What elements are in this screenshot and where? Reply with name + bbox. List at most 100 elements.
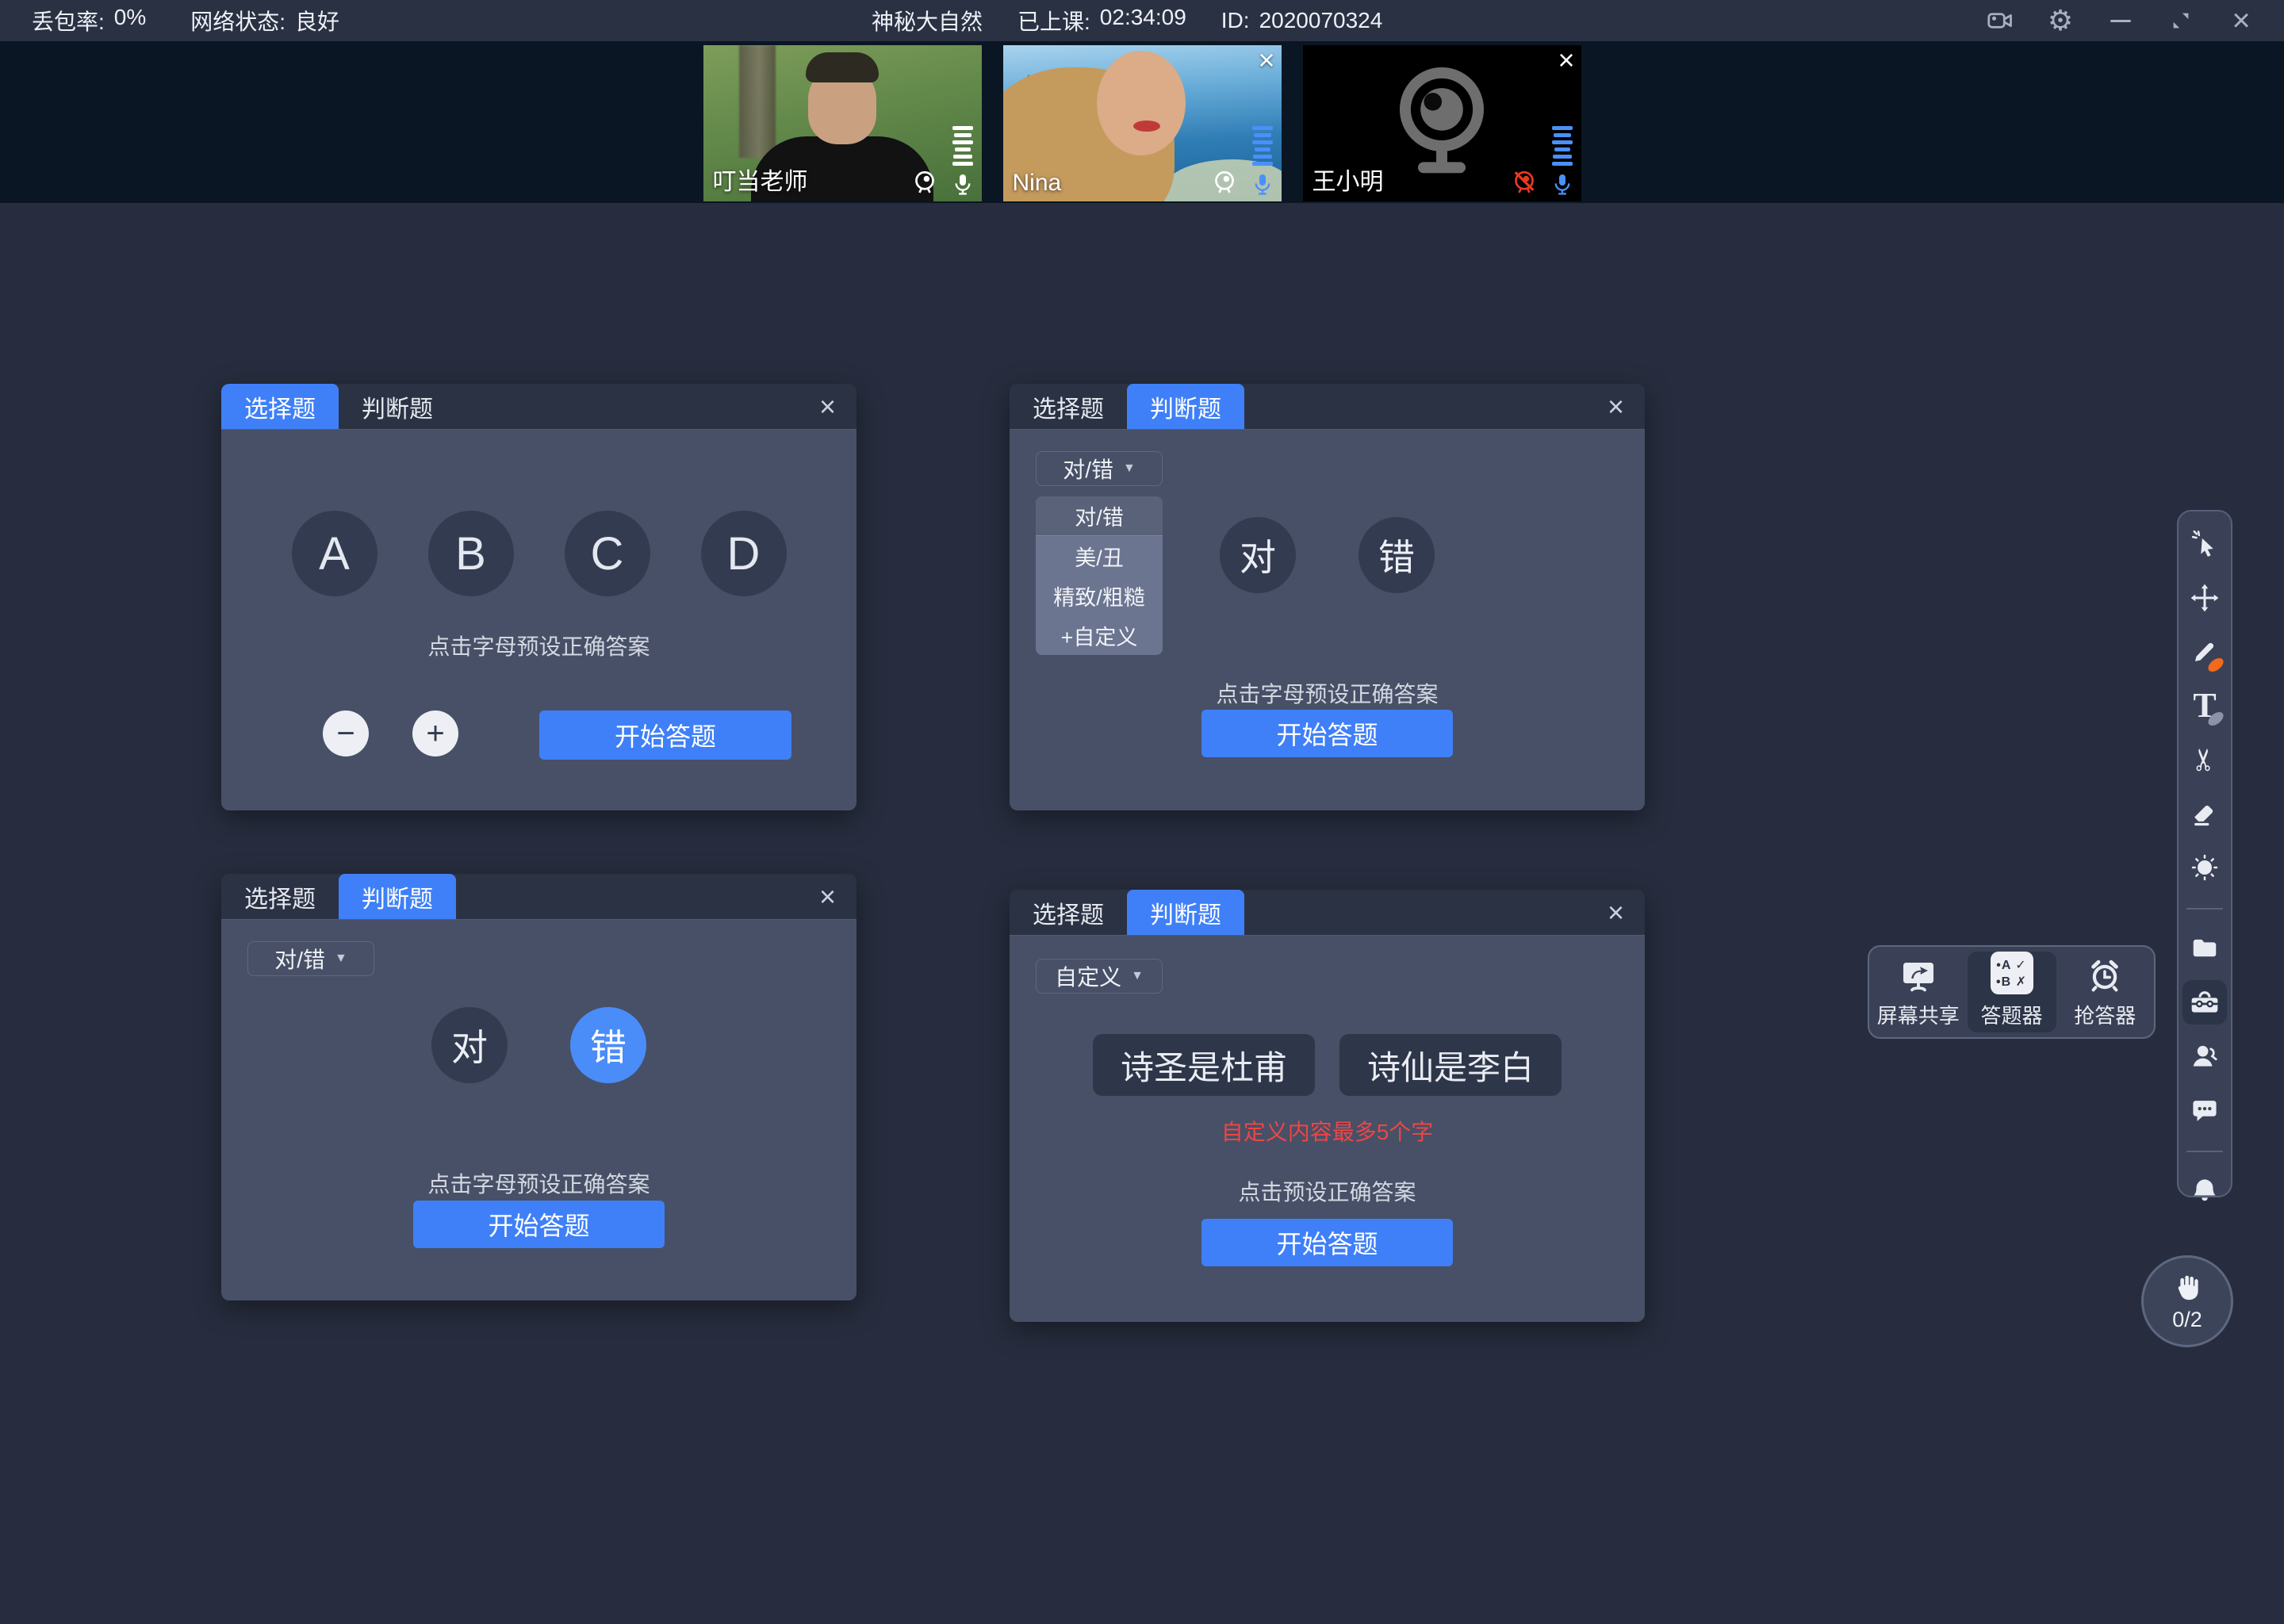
close-video-icon[interactable]: × [1258,45,1274,77]
class-time-label: 已上课: [1017,10,1090,34]
option-true[interactable]: 对 [431,1007,508,1083]
camera-on-icon[interactable] [910,168,939,197]
pencil-tool-icon[interactable] [2188,635,2226,675]
close-window-icon[interactable]: × [2227,5,2255,36]
tab-choice-question[interactable]: 选择题 [1010,890,1127,935]
menu-item-custom[interactable]: +自定义 [1036,615,1163,655]
resize-icon[interactable] [2167,6,2195,35]
bell-icon[interactable] [2188,1174,2221,1208]
dropdown-value: 自定义 [1055,965,1122,990]
text-tool-icon[interactable]: T [2188,688,2226,729]
video-strip: 叮当老师 × Nina × 王小明 [0,41,2284,203]
preset-answer-hint: 点击字母预设正确答案 [1216,682,1439,707]
judge-type-dropdown[interactable]: 对/错 ▼ [247,941,374,976]
buzzer-icon [2086,955,2124,994]
courseware-folder-icon[interactable] [2188,932,2221,965]
tab-choice-question[interactable]: 选择题 [221,384,339,429]
scissors-tool-icon[interactable]: ✂ [2188,743,2221,776]
move-tool-icon[interactable] [2188,581,2221,615]
start-answering-button[interactable]: 开始答题 [1201,710,1453,757]
class-time-value: 02:34:09 [1099,5,1186,29]
screen-share-label: 屏幕共享 [1876,1004,1960,1028]
screen-share-button[interactable]: 屏幕共享 [1874,947,1963,1037]
participant-name: 王小明 [1312,169,1384,195]
video-tile-wang[interactable]: × 王小明 [1302,45,1581,201]
judge-type-dropdown[interactable]: 对/错 ▼ [1036,451,1163,486]
camera-settings-icon[interactable] [1986,6,2014,35]
judge-type-dropdown[interactable]: 自定义 ▼ [1036,959,1163,994]
raise-hand-button[interactable]: 0/2 [2141,1255,2233,1347]
quiz-dialog-judge-selected: 选择题 判断题 × 对/错 ▼ 对 错 点击字母预设正确答案 开始答题 [221,874,856,1300]
answer-clicker-icon: •A ✓ •B ✗ [1990,952,2033,994]
wang-av-status [1510,126,1575,197]
spotlight-tool-icon[interactable] [2188,851,2221,884]
microphone-icon[interactable] [1250,171,1275,197]
menu-item-beauty-ugly[interactable]: 美/丑 [1036,536,1163,576]
quiz-tabbar: 选择题 判断题 × [221,384,856,430]
mic-volume-bars [1251,126,1273,166]
close-dialog-icon[interactable]: × [819,882,836,911]
option-false-selected[interactable]: 错 [570,1007,646,1083]
judge-options: 对 错 [221,1007,856,1083]
close-video-icon[interactable]: × [1558,45,1574,77]
increase-options-button[interactable]: + [412,710,458,756]
tab-judge-question[interactable]: 判断题 [1127,890,1244,935]
start-answering-button[interactable]: 开始答题 [1201,1219,1453,1266]
video-tile-nina[interactable]: × Nina [1002,45,1282,201]
toolbar-divider [2186,1151,2223,1152]
menu-item-fine-rough[interactable]: 精致/粗糙 [1036,576,1163,615]
quiz-dialog-choice: 选择题 判断题 × A B C D 点击字母预设正确答案 − + 开始答题 [221,384,856,810]
close-dialog-icon[interactable]: × [1608,392,1624,421]
teacher-av-status [910,126,975,197]
answer-options: A B C D [221,511,856,596]
menu-item-true-false[interactable]: 对/错 [1036,496,1163,536]
tab-judge-question[interactable]: 判断题 [339,384,456,429]
session-id-value: 2020070324 [1259,8,1383,33]
buzzer-label: 抢答器 [2074,1004,2136,1028]
camera-off-icon[interactable] [1510,168,1539,197]
option-c[interactable]: C [564,511,650,596]
eraser-tool-icon[interactable] [2188,797,2221,830]
option-a[interactable]: A [291,511,377,596]
video-tile-teacher[interactable]: 叮当老师 [703,45,982,201]
option-true[interactable]: 对 [1220,517,1296,593]
packet-loss-value: 0% [113,5,147,29]
mic-volume-bars [952,126,973,166]
quiz-tabbar: 选择题 判断题 × [1010,384,1645,430]
option-d[interactable]: D [700,511,787,596]
chevron-down-icon: ▼ [1131,969,1144,982]
decrease-options-button[interactable]: − [323,710,369,756]
screen-share-icon [1899,955,1938,994]
chat-icon[interactable] [2188,1094,2221,1127]
buzzer-button[interactable]: 抢答器 [2060,947,2149,1037]
statement-option-1[interactable]: 诗圣是杜甫 [1093,1034,1315,1096]
preset-answer-hint: 点击字母预设正确答案 [427,634,650,659]
microphone-icon[interactable] [950,171,975,197]
raise-hand-count: 0/2 [2172,1308,2202,1331]
option-false[interactable]: 错 [1359,517,1435,593]
close-dialog-icon[interactable]: × [819,392,836,421]
minimize-icon[interactable] [2106,6,2135,35]
option-b[interactable]: B [427,511,514,596]
tab-choice-question[interactable]: 选择题 [221,874,339,919]
students-list-icon[interactable] [2188,1040,2221,1073]
statement-option-2[interactable]: 诗仙是李白 [1339,1034,1562,1096]
start-answering-button[interactable]: 开始答题 [413,1201,665,1248]
webcam-icon [1399,67,1485,174]
camera-on-icon[interactable] [1210,168,1239,197]
tab-choice-question[interactable]: 选择题 [1010,384,1127,429]
answer-clicker-button[interactable]: •A ✓ •B ✗ 答题器 [1967,952,2056,1032]
mic-volume-bars [1551,126,1573,166]
microphone-icon[interactable] [1550,171,1575,197]
packet-loss-label: 丢包率: [32,10,105,34]
start-answering-button[interactable]: 开始答题 [539,710,791,760]
laser-click-icon[interactable] [2188,527,2221,561]
close-dialog-icon[interactable]: × [1608,898,1624,927]
top-status-bar: 丢包率: 0% 网络状态: 良好 神秘大自然 已上课: 02:34:09 ID:… [0,0,2284,41]
toolbox-icon-active[interactable] [2182,980,2227,1025]
answer-clicker-label: 答题器 [1980,1004,2043,1028]
settings-gear-icon[interactable]: ⚙ [2046,6,2075,35]
tab-judge-question[interactable]: 判断题 [339,874,456,919]
network-stats: 丢包率: 0% 网络状态: 良好 [32,0,339,41]
tab-judge-question[interactable]: 判断题 [1127,384,1244,429]
